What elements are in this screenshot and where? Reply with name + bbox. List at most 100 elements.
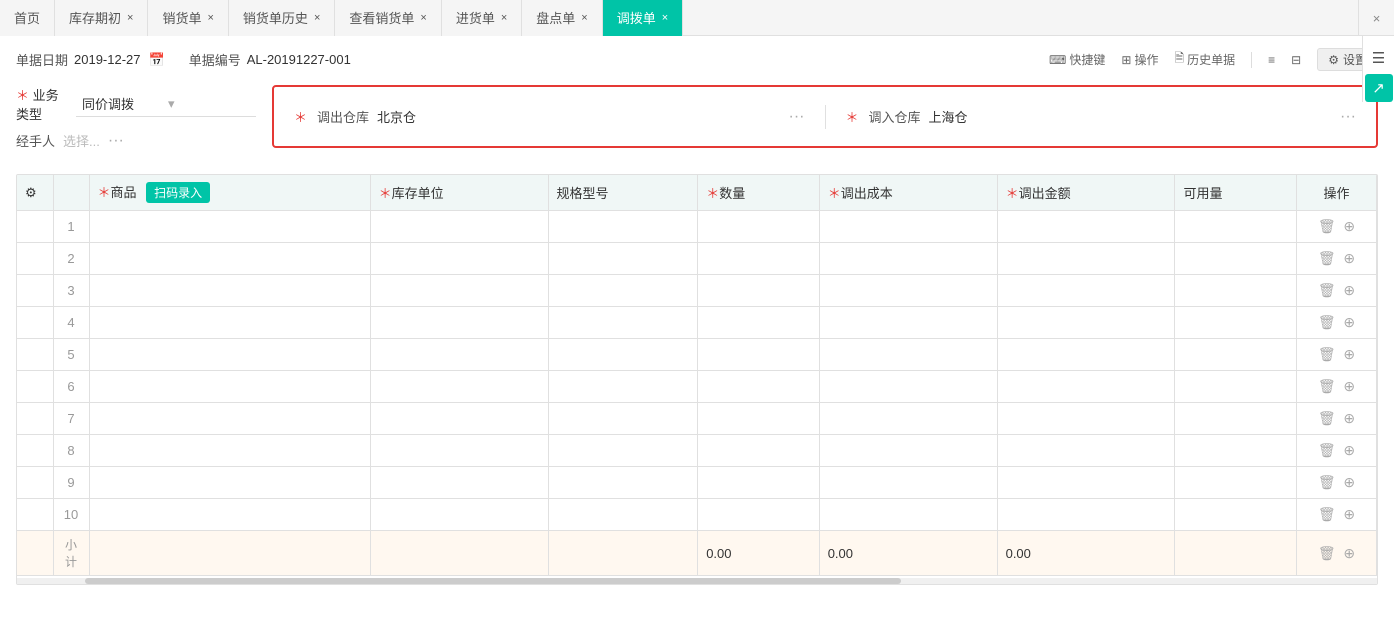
copy-row-icon[interactable]: ⊕ <box>1343 410 1355 426</box>
tab-inventory-check-close[interactable]: × <box>581 12 587 24</box>
row-cost-1[interactable] <box>819 211 997 243</box>
tab-home[interactable]: 首页 <box>0 0 55 36</box>
row-spec-6[interactable] <box>548 371 698 403</box>
delete-row-icon[interactable]: 🗑 <box>1318 250 1336 266</box>
copy-row-icon[interactable]: ⊕ <box>1343 442 1355 458</box>
delete-row-icon[interactable]: 🗑 <box>1318 506 1336 522</box>
row-spec-4[interactable] <box>548 307 698 339</box>
row-quantity-10[interactable] <box>698 499 820 531</box>
row-spec-9[interactable] <box>548 467 698 499</box>
row-spec-1[interactable] <box>548 211 698 243</box>
tab-purchase-order[interactable]: 进货单 × <box>442 0 522 36</box>
delete-row-icon[interactable]: 🗑 <box>1318 378 1336 394</box>
copy-row-icon[interactable]: ⊕ <box>1343 474 1355 490</box>
tab-window-close[interactable]: × <box>1358 0 1394 36</box>
history-btn[interactable]: 🗎 历史单据 <box>1174 49 1235 70</box>
sidebar-list-icon[interactable]: ☰ <box>1365 44 1393 72</box>
copy-row-icon[interactable]: ⊕ <box>1343 346 1355 362</box>
row-product-3[interactable] <box>89 275 370 307</box>
row-amount-4[interactable] <box>997 307 1175 339</box>
tab-view-sales[interactable]: 查看销货单 × <box>335 0 441 36</box>
gear-col-header[interactable]: ⚙ <box>17 175 53 211</box>
row-spec-3[interactable] <box>548 275 698 307</box>
sidebar-export-icon[interactable]: ↗ <box>1365 74 1393 102</box>
copy-row-icon[interactable]: ⊕ <box>1343 250 1355 266</box>
row-cost-4[interactable] <box>819 307 997 339</box>
row-amount-2[interactable] <box>997 243 1175 275</box>
tab-sales-history[interactable]: 销货单历史 × <box>229 0 335 36</box>
copy-row-icon[interactable]: ⊕ <box>1343 282 1355 298</box>
row-product-6[interactable] <box>89 371 370 403</box>
tab-view-sales-close[interactable]: × <box>420 12 426 24</box>
warehouse-in-more-icon[interactable]: ··· <box>1340 108 1356 126</box>
manager-select[interactable]: 选择... <box>63 131 100 150</box>
row-cost-9[interactable] <box>819 467 997 499</box>
row-quantity-4[interactable] <box>698 307 820 339</box>
row-amount-7[interactable] <box>997 403 1175 435</box>
row-quantity-9[interactable] <box>698 467 820 499</box>
layout-list-btn[interactable]: ≡ <box>1268 53 1275 67</box>
tab-sales-history-close[interactable]: × <box>314 12 320 24</box>
tab-purchase-order-close[interactable]: × <box>501 12 507 24</box>
delete-row-icon[interactable]: 🗑 <box>1318 218 1336 234</box>
tab-inventory-check[interactable]: 盘点单 × <box>522 0 602 36</box>
row-unit-7[interactable] <box>370 403 548 435</box>
delete-row-icon[interactable]: 🗑 <box>1318 282 1336 298</box>
row-product-7[interactable] <box>89 403 370 435</box>
row-product-8[interactable] <box>89 435 370 467</box>
warehouse-out-more-icon[interactable]: ··· <box>789 108 805 126</box>
shortcut-key-btn[interactable]: ⌨ 快捷键 <box>1049 51 1105 68</box>
row-unit-9[interactable] <box>370 467 548 499</box>
biz-type-select[interactable]: 同价调拨 ▾ <box>76 91 256 117</box>
row-spec-10[interactable] <box>548 499 698 531</box>
tab-transfer-order[interactable]: 调拨单 × <box>603 0 683 36</box>
row-amount-10[interactable] <box>997 499 1175 531</box>
row-cost-2[interactable] <box>819 243 997 275</box>
row-quantity-5[interactable] <box>698 339 820 371</box>
row-amount-8[interactable] <box>997 435 1175 467</box>
row-cost-10[interactable] <box>819 499 997 531</box>
manager-more-icon[interactable]: ··· <box>108 132 124 150</box>
delete-row-icon[interactable]: 🗑 <box>1318 410 1336 426</box>
delete-row-icon[interactable]: 🗑 <box>1318 474 1336 490</box>
row-cost-5[interactable] <box>819 339 997 371</box>
tab-sales-order[interactable]: 销货单 × <box>148 0 228 36</box>
row-amount-6[interactable] <box>997 371 1175 403</box>
row-unit-1[interactable] <box>370 211 548 243</box>
row-spec-5[interactable] <box>548 339 698 371</box>
row-cost-6[interactable] <box>819 371 997 403</box>
horizontal-scrollbar[interactable] <box>85 578 901 584</box>
row-cost-3[interactable] <box>819 275 997 307</box>
calendar-icon[interactable]: 📅 <box>149 52 165 68</box>
row-unit-6[interactable] <box>370 371 548 403</box>
copy-row-icon[interactable]: ⊕ <box>1343 218 1355 234</box>
row-quantity-7[interactable] <box>698 403 820 435</box>
row-spec-2[interactable] <box>548 243 698 275</box>
table-scroll-area[interactable]: ⚙ ＊商品 扫码录入 ＊库存单位 规格型号 ＊数量 ＊调出成本 ＊调出金额 可用… <box>17 175 1377 576</box>
row-cost-8[interactable] <box>819 435 997 467</box>
row-unit-4[interactable] <box>370 307 548 339</box>
delete-row-icon[interactable]: 🗑 <box>1318 442 1336 458</box>
copy-row-icon[interactable]: ⊕ <box>1343 314 1355 330</box>
scan-input-button[interactable]: 扫码录入 <box>146 182 210 203</box>
row-product-4[interactable] <box>89 307 370 339</box>
tab-transfer-order-close[interactable]: × <box>662 12 668 24</box>
row-product-10[interactable] <box>89 499 370 531</box>
row-product-9[interactable] <box>89 467 370 499</box>
delete-row-icon[interactable]: 🗑 <box>1318 346 1336 362</box>
row-amount-1[interactable] <box>997 211 1175 243</box>
row-quantity-8[interactable] <box>698 435 820 467</box>
copy-icon[interactable]: ⊕ <box>1343 545 1355 561</box>
tab-inventory-init[interactable]: 库存期初 × <box>55 0 148 36</box>
row-quantity-3[interactable] <box>698 275 820 307</box>
copy-row-icon[interactable]: ⊕ <box>1343 506 1355 522</box>
delete-icon[interactable]: 🗑 <box>1318 545 1336 561</box>
layout-grid-btn[interactable]: ⊟ <box>1291 53 1301 67</box>
row-amount-9[interactable] <box>997 467 1175 499</box>
row-product-2[interactable] <box>89 243 370 275</box>
row-unit-10[interactable] <box>370 499 548 531</box>
operation-btn[interactable]: ⊞ 操作 <box>1121 51 1158 68</box>
row-quantity-6[interactable] <box>698 371 820 403</box>
row-spec-8[interactable] <box>548 435 698 467</box>
copy-row-icon[interactable]: ⊕ <box>1343 378 1355 394</box>
